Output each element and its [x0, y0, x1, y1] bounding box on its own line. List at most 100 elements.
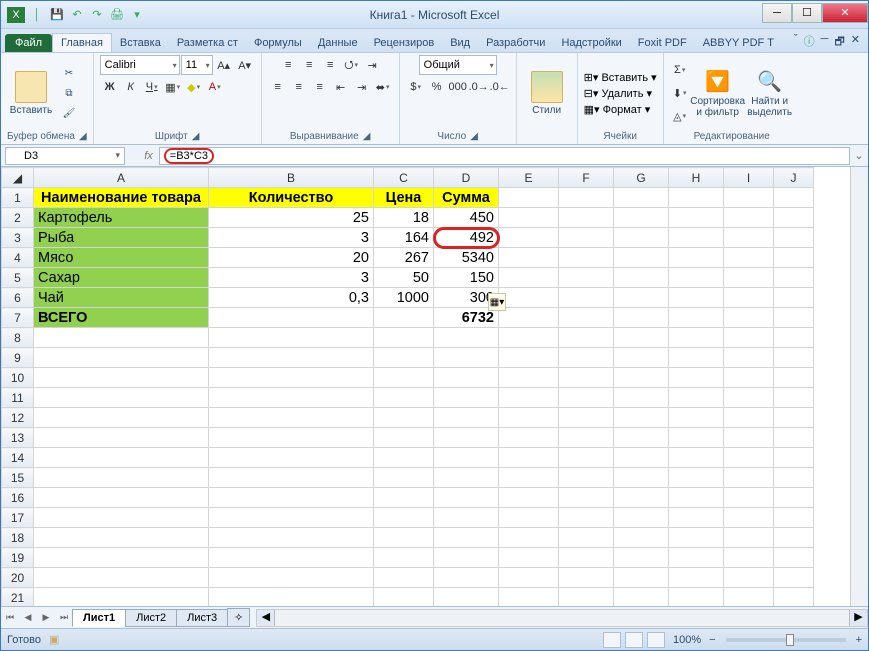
cell-J10[interactable]: [774, 368, 814, 388]
redo-icon[interactable]: ↷: [89, 7, 105, 23]
cell-J17[interactable]: [774, 508, 814, 528]
cell-H10[interactable]: [669, 368, 724, 388]
cell-C21[interactable]: [374, 588, 434, 607]
cell-G1[interactable]: [614, 188, 669, 208]
row-header-9[interactable]: 9: [2, 348, 34, 368]
row-header-12[interactable]: 12: [2, 408, 34, 428]
macro-record-icon[interactable]: ▣: [49, 633, 59, 646]
row-header-18[interactable]: 18: [2, 528, 34, 548]
accounting-format-icon[interactable]: $: [406, 77, 426, 97]
normal-view-button[interactable]: [603, 632, 621, 648]
cell-C13[interactable]: [374, 428, 434, 448]
cell-G9[interactable]: [614, 348, 669, 368]
cell-H15[interactable]: [669, 468, 724, 488]
col-header-C[interactable]: C: [374, 168, 434, 188]
cell-H1[interactable]: [669, 188, 724, 208]
increase-decimal-icon[interactable]: .0→: [469, 77, 489, 97]
cell-G10[interactable]: [614, 368, 669, 388]
cell-B1[interactable]: Количество: [209, 188, 374, 208]
cell-J7[interactable]: [774, 308, 814, 328]
next-sheet-button[interactable]: ▶: [37, 609, 55, 627]
cell-A8[interactable]: [34, 328, 209, 348]
cell-B11[interactable]: [209, 388, 374, 408]
cell-D20[interactable]: [434, 568, 499, 588]
cell-J16[interactable]: [774, 488, 814, 508]
font-color-button[interactable]: A: [205, 77, 225, 97]
cell-A13[interactable]: [34, 428, 209, 448]
name-box[interactable]: D3: [5, 147, 125, 165]
tab-layout[interactable]: Разметка ст: [169, 34, 246, 52]
horizontal-scrollbar[interactable]: ◀ ▶: [256, 609, 868, 627]
cell-G18[interactable]: [614, 528, 669, 548]
cell-J12[interactable]: [774, 408, 814, 428]
cell-F14[interactable]: [559, 448, 614, 468]
minimize-ribbon-icon[interactable]: ˇ: [794, 33, 798, 52]
col-header-I[interactable]: I: [724, 168, 774, 188]
cell-A10[interactable]: [34, 368, 209, 388]
cell-F21[interactable]: [559, 588, 614, 607]
tab-data[interactable]: Данные: [310, 34, 366, 52]
cell-C6[interactable]: 1000: [374, 288, 434, 308]
format-cells-button[interactable]: ▦▾ Формат ▾: [584, 103, 657, 116]
window-min-icon[interactable]: ─: [821, 33, 829, 52]
cell-G6[interactable]: [614, 288, 669, 308]
cell-G20[interactable]: [614, 568, 669, 588]
cell-E15[interactable]: [499, 468, 559, 488]
cell-G3[interactable]: [614, 228, 669, 248]
cell-E6[interactable]: [499, 288, 559, 308]
cell-C7[interactable]: [374, 308, 434, 328]
delete-cells-button[interactable]: ⊟▾ Удалить ▾: [584, 87, 657, 100]
align-right-icon[interactable]: ≡: [310, 77, 330, 97]
autofill-options-icon[interactable]: ▦▾: [488, 293, 506, 311]
row-header-16[interactable]: 16: [2, 488, 34, 508]
cell-F4[interactable]: [559, 248, 614, 268]
col-header-J[interactable]: J: [774, 168, 814, 188]
window-restore-icon[interactable]: 🗗: [834, 33, 844, 52]
cell-E13[interactable]: [499, 428, 559, 448]
cell-H4[interactable]: [669, 248, 724, 268]
row-header-19[interactable]: 19: [2, 548, 34, 568]
cell-D3[interactable]: 492: [434, 228, 499, 248]
cell-F16[interactable]: [559, 488, 614, 508]
cell-I15[interactable]: [724, 468, 774, 488]
cell-B4[interactable]: 20: [209, 248, 374, 268]
bold-button[interactable]: Ж: [100, 77, 120, 97]
cell-E20[interactable]: [499, 568, 559, 588]
cell-H20[interactable]: [669, 568, 724, 588]
cell-G8[interactable]: [614, 328, 669, 348]
cell-C11[interactable]: [374, 388, 434, 408]
cell-A17[interactable]: [34, 508, 209, 528]
cell-I5[interactable]: [724, 268, 774, 288]
cell-H5[interactable]: [669, 268, 724, 288]
tab-foxit[interactable]: Foxit PDF: [630, 34, 695, 52]
row-header-20[interactable]: 20: [2, 568, 34, 588]
wrap-text-icon[interactable]: ⇥: [362, 55, 382, 75]
sheet-tab-3[interactable]: Лист3: [176, 609, 228, 627]
cell-F17[interactable]: [559, 508, 614, 528]
tab-formulas[interactable]: Формулы: [246, 34, 310, 52]
cell-G4[interactable]: [614, 248, 669, 268]
cell-A11[interactable]: [34, 388, 209, 408]
cell-E5[interactable]: [499, 268, 559, 288]
tab-developer[interactable]: Разработчи: [478, 34, 553, 52]
cell-D19[interactable]: [434, 548, 499, 568]
cell-G19[interactable]: [614, 548, 669, 568]
font-size-combo[interactable]: 11: [181, 55, 213, 75]
cell-H12[interactable]: [669, 408, 724, 428]
cell-A21[interactable]: [34, 588, 209, 607]
cell-C8[interactable]: [374, 328, 434, 348]
cell-D4[interactable]: 5340: [434, 248, 499, 268]
cell-F9[interactable]: [559, 348, 614, 368]
cell-H18[interactable]: [669, 528, 724, 548]
cell-H13[interactable]: [669, 428, 724, 448]
cell-E7[interactable]: [499, 308, 559, 328]
first-sheet-button[interactable]: ⏮: [1, 609, 19, 627]
cell-A9[interactable]: [34, 348, 209, 368]
cell-C9[interactable]: [374, 348, 434, 368]
col-header-B[interactable]: B: [209, 168, 374, 188]
formula-input[interactable]: =B3*C3: [159, 147, 850, 165]
cell-D9[interactable]: [434, 348, 499, 368]
cell-J20[interactable]: [774, 568, 814, 588]
autosum-icon[interactable]: Σ: [670, 60, 690, 80]
number-format-combo[interactable]: Общий: [419, 55, 497, 75]
